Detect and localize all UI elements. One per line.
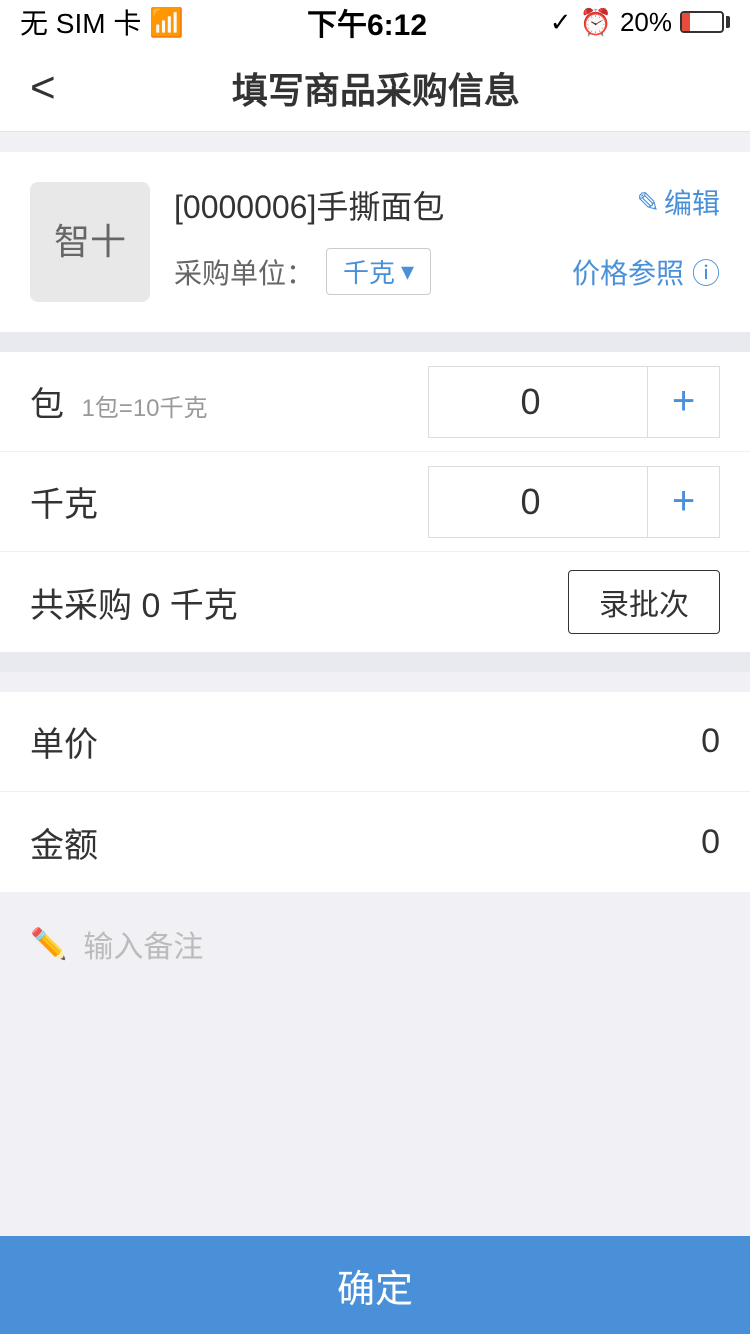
price-ref-icon: ⓘ: [692, 252, 720, 292]
product-info: [0000006]手撕面包 ✎ 编辑 采购单位： 千克 ▾ 价格参照 ⓘ: [174, 182, 720, 295]
edit-icon: ✎: [637, 186, 660, 219]
product-logo: 智十: [54, 220, 126, 263]
alarm-icon: ⏰: [580, 7, 612, 38]
form-section: 包 1包=10千克 + 千克 +: [0, 352, 750, 552]
product-full-name: [0000006]手撕面包: [174, 182, 444, 228]
unit-price-label: 单价: [30, 717, 98, 766]
note-placeholder: 输入备注: [83, 922, 203, 966]
dropdown-arrow: ▾: [401, 256, 414, 287]
amount-label: 金额: [30, 818, 98, 867]
kg-plus-button[interactable]: +: [648, 466, 720, 538]
bao-label: 包 1包=10千克: [30, 377, 208, 426]
edit-label: 编辑: [664, 182, 720, 222]
unit-dropdown[interactable]: 千克 ▾: [326, 248, 431, 295]
unit-price-row: 单价 0: [0, 692, 750, 792]
unit-price-value: 0: [701, 722, 720, 761]
amount-value: 0: [701, 823, 720, 862]
battery-icon: [680, 11, 730, 33]
pencil-icon: ✏️: [30, 927, 67, 962]
product-bottom-row: 采购单位： 千克 ▾ 价格参照 ⓘ: [174, 248, 720, 295]
battery-percent: 20%: [620, 7, 672, 38]
unit-value: 千克: [343, 253, 395, 290]
confirm-footer[interactable]: 确定: [0, 1236, 750, 1334]
blank-area: [0, 996, 750, 1276]
summary-row: 共采购 0 千克 录批次: [0, 552, 750, 652]
kg-row: 千克 +: [0, 452, 750, 552]
summary-text: 共采购 0 千克: [30, 578, 238, 627]
price-ref-label: 价格参照: [572, 252, 684, 292]
product-card: 智十 [0000006]手撕面包 ✎ 编辑 采购单位： 千克 ▾ 价格参照 ⓘ: [0, 152, 750, 332]
status-bar: 无 SIM 卡 📶 下午6:12 ✓ ⏰ 20%: [0, 0, 750, 44]
wifi-icon: 📶: [149, 6, 184, 39]
bao-input-area: +: [208, 366, 720, 438]
note-section[interactable]: ✏️ 输入备注: [0, 892, 750, 996]
amount-row: 金额 0: [0, 792, 750, 892]
back-button[interactable]: <: [30, 66, 56, 110]
no-sim-text: 无 SIM 卡: [20, 2, 141, 42]
bao-plus-button[interactable]: +: [648, 366, 720, 438]
status-right: ✓ ⏰ 20%: [550, 7, 730, 38]
product-top-row: [0000006]手撕面包 ✎ 编辑: [174, 182, 720, 228]
purchase-unit-label: 采购单位：: [174, 252, 314, 292]
nav-bar: < 填写商品采购信息: [0, 44, 750, 132]
kg-input-area: +: [110, 466, 720, 538]
section-divider-1: [0, 332, 750, 352]
bao-row: 包 1包=10千克 +: [0, 352, 750, 452]
edit-link[interactable]: ✎ 编辑: [637, 182, 720, 222]
batch-button[interactable]: 录批次: [568, 570, 720, 634]
kg-input[interactable]: [428, 466, 648, 538]
confirm-button[interactable]: 确定: [337, 1258, 413, 1313]
status-left: 无 SIM 卡 📶: [20, 2, 184, 42]
status-time: 下午6:12: [307, 0, 427, 44]
bao-sub: 1包=10千克: [81, 395, 207, 422]
kg-label: 千克: [30, 477, 110, 526]
bao-input[interactable]: [428, 366, 648, 438]
price-section: 单价 0 金额 0: [0, 692, 750, 892]
product-image: 智十: [30, 182, 150, 302]
price-ref-button[interactable]: 价格参照 ⓘ: [572, 252, 720, 292]
location-icon: ✓: [550, 7, 572, 38]
section-divider-2: [0, 652, 750, 672]
page-title: 填写商品采购信息: [76, 62, 676, 114]
purchase-unit: 采购单位： 千克 ▾: [174, 248, 431, 295]
